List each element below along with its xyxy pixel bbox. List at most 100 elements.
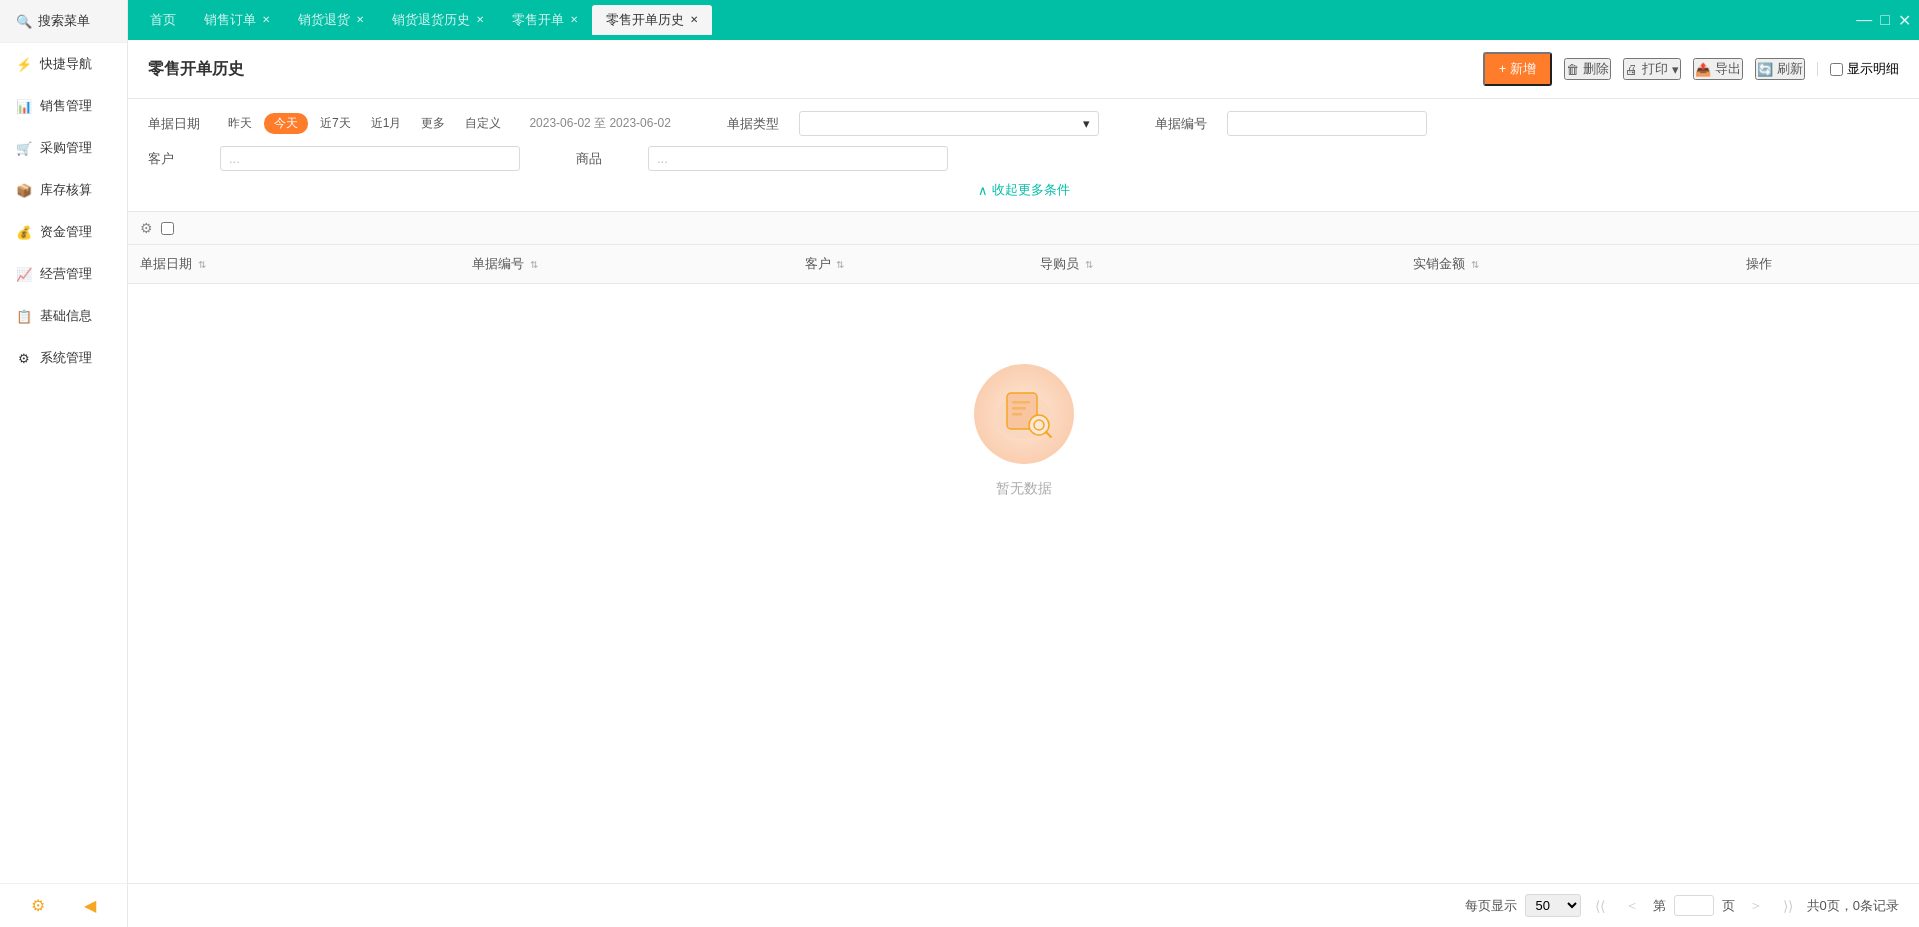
sidebar-item-basic-info[interactable]: 📋 基础信息 bbox=[0, 295, 127, 337]
col-amount-sort[interactable]: ⇅ bbox=[1471, 259, 1479, 270]
sidebar-search-label: 搜索菜单 bbox=[38, 12, 90, 30]
print-icon: 🖨 bbox=[1625, 62, 1638, 77]
quick-nav-icon: ⚡ bbox=[16, 56, 32, 72]
maximize-btn[interactable]: □ bbox=[1880, 11, 1890, 29]
col-salesperson[interactable]: 导购员 ⇅ bbox=[1028, 245, 1312, 284]
sidebar-bottom: ⚙ ◀ bbox=[0, 883, 127, 927]
empty-text: 暂无数据 bbox=[996, 480, 1052, 498]
svg-rect-4 bbox=[1012, 413, 1022, 416]
col-customer-label: 客户 bbox=[805, 256, 831, 271]
goods-placeholder: ... bbox=[657, 151, 668, 166]
total-info: 共0页，0条记录 bbox=[1807, 897, 1899, 915]
sidebar-item-label: 快捷导航 bbox=[40, 55, 92, 73]
current-page-input[interactable]: 1 bbox=[1674, 895, 1714, 916]
refresh-button[interactable]: 🔄 刷新 bbox=[1755, 58, 1805, 80]
close-btn[interactable]: ✕ bbox=[1898, 11, 1911, 30]
sys-mgmt-icon: ⚙ bbox=[16, 350, 32, 366]
tab-sales-return-history-close[interactable]: ✕ bbox=[476, 15, 484, 25]
sidebar-item-purchase-mgmt[interactable]: 🛒 采购管理 bbox=[0, 127, 127, 169]
tab-home[interactable]: 首页 bbox=[136, 5, 190, 35]
page-last-btn[interactable]: ⟩⟩ bbox=[1777, 896, 1799, 916]
col-number-label: 单据编号 bbox=[472, 256, 524, 271]
tab-retail-open-history-close[interactable]: ✕ bbox=[690, 15, 698, 25]
sidebar-item-label: 采购管理 bbox=[40, 139, 92, 157]
filter-area: 单据日期 昨天 今天 近7天 近1月 更多 自定义 2023-06-02 至 2… bbox=[128, 99, 1919, 212]
add-button[interactable]: + 新增 bbox=[1483, 52, 1552, 86]
display-detail-label[interactable]: 显示明细 bbox=[1830, 60, 1899, 78]
tab-home-label: 首页 bbox=[150, 11, 176, 29]
col-number[interactable]: 单据编号 ⇅ bbox=[460, 245, 792, 284]
divider bbox=[1817, 62, 1818, 76]
col-action: 操作 bbox=[1734, 245, 1919, 284]
table-settings-icon[interactable]: ⚙ bbox=[140, 220, 153, 236]
tab-sales-return[interactable]: 销货退货 ✕ bbox=[284, 5, 378, 35]
doc-number-input[interactable] bbox=[1227, 111, 1427, 136]
minimize-btn[interactable]: — bbox=[1856, 11, 1872, 29]
export-button[interactable]: 📤 导出 bbox=[1693, 58, 1743, 80]
tab-retail-open-close[interactable]: ✕ bbox=[570, 15, 578, 25]
sidebar-item-inventory[interactable]: 📦 库存核算 bbox=[0, 169, 127, 211]
table-header-row: 单据日期 ⇅ 单据编号 ⇅ 客户 ⇅ 导购员 ⇅ bbox=[128, 245, 1919, 284]
delete-icon: 🗑 bbox=[1566, 62, 1579, 77]
collapse-sidebar-btn[interactable]: ◀ bbox=[84, 896, 96, 915]
date-btn-custom[interactable]: 自定义 bbox=[457, 113, 509, 134]
col-number-sort[interactable]: ⇅ bbox=[530, 259, 538, 270]
date-btn-yesterday[interactable]: 昨天 bbox=[220, 113, 260, 134]
goods-label: 商品 bbox=[576, 150, 632, 168]
sidebar-item-finance[interactable]: 💰 资金管理 bbox=[0, 211, 127, 253]
goods-input[interactable]: ... bbox=[648, 146, 948, 171]
tab-retail-open-label: 零售开单 bbox=[512, 11, 564, 29]
doc-type-select[interactable]: ▾ bbox=[799, 111, 1099, 136]
display-detail-checkbox[interactable] bbox=[1830, 63, 1843, 76]
tab-sales-return-history-label: 销货退货历史 bbox=[392, 11, 470, 29]
tab-retail-open-history[interactable]: 零售开单历史 ✕ bbox=[592, 5, 712, 35]
sidebar-item-quick-nav[interactable]: ⚡ 快捷导航 bbox=[0, 43, 127, 85]
sidebar-item-operation[interactable]: 📈 经营管理 bbox=[0, 253, 127, 295]
doc-number-label: 单据编号 bbox=[1155, 115, 1211, 133]
settings-bottom-icon[interactable]: ⚙ bbox=[31, 896, 45, 915]
collapse-filter-label: 收起更多条件 bbox=[992, 181, 1070, 199]
col-customer[interactable]: 客户 ⇅ bbox=[793, 245, 1029, 284]
sidebar-item-label: 基础信息 bbox=[40, 307, 92, 325]
refresh-icon: 🔄 bbox=[1757, 62, 1773, 77]
col-salesperson-sort[interactable]: ⇅ bbox=[1085, 259, 1093, 270]
tab-sales-order-close[interactable]: ✕ bbox=[262, 15, 270, 25]
page-next-btn[interactable]: ＞ bbox=[1743, 895, 1769, 917]
sidebar-item-sys-mgmt[interactable]: ⚙ 系统管理 bbox=[0, 337, 127, 379]
col-date[interactable]: 单据日期 ⇅ bbox=[128, 245, 460, 284]
select-all-checkbox[interactable] bbox=[161, 222, 174, 235]
col-date-sort[interactable]: ⇅ bbox=[198, 259, 206, 270]
table-area: ⚙ 单据日期 ⇅ 单据编号 ⇅ 客户 bbox=[128, 212, 1919, 883]
tab-sales-order-label: 销售订单 bbox=[204, 11, 256, 29]
sidebar-search[interactable]: 🔍 搜索菜单 bbox=[0, 0, 127, 43]
collapse-filter-btn[interactable]: ∧ 收起更多条件 bbox=[148, 181, 1899, 199]
delete-button[interactable]: 🗑 删除 bbox=[1564, 58, 1611, 80]
col-customer-sort[interactable]: ⇅ bbox=[836, 259, 844, 270]
page-prev-btn[interactable]: ＜ bbox=[1619, 895, 1645, 917]
page-label-post: 页 bbox=[1722, 897, 1735, 915]
header-actions: + 新增 🗑 删除 🖨 打印 ▾ 📤 导出 🔄 刷新 bbox=[1483, 52, 1899, 86]
content-area: 零售开单历史 + 新增 🗑 删除 🖨 打印 ▾ 📤 导出 🔄 bbox=[128, 40, 1919, 927]
date-btn-last7[interactable]: 近7天 bbox=[312, 113, 359, 134]
tab-retail-open[interactable]: 零售开单 ✕ bbox=[498, 5, 592, 35]
tab-sales-return-close[interactable]: ✕ bbox=[356, 15, 364, 25]
date-btn-last1m[interactable]: 近1月 bbox=[363, 113, 410, 134]
customer-label: 客户 bbox=[148, 150, 204, 168]
print-dropdown-icon: ▾ bbox=[1672, 62, 1679, 77]
customer-input[interactable]: ... bbox=[220, 146, 520, 171]
sidebar-item-sales-mgmt[interactable]: 📊 销售管理 bbox=[0, 85, 127, 127]
print-button[interactable]: 🖨 打印 ▾ bbox=[1623, 58, 1681, 80]
tab-sales-order[interactable]: 销售订单 ✕ bbox=[190, 5, 284, 35]
col-salesperson-label: 导购员 bbox=[1040, 256, 1079, 271]
date-btn-more[interactable]: 更多 bbox=[413, 113, 453, 134]
empty-state: 暂无数据 bbox=[128, 284, 1919, 578]
col-amount[interactable]: 实销金额 ⇅ bbox=[1401, 245, 1733, 284]
sidebar-item-label: 经营管理 bbox=[40, 265, 92, 283]
date-btn-today[interactable]: 今天 bbox=[264, 113, 308, 134]
inventory-icon: 📦 bbox=[16, 182, 32, 198]
tab-sales-return-history[interactable]: 销货退货历史 ✕ bbox=[378, 5, 498, 35]
page-first-btn[interactable]: ⟨⟨ bbox=[1589, 896, 1611, 916]
search-icon: 🔍 bbox=[16, 13, 32, 29]
per-page-select[interactable]: 50 10 20 100 bbox=[1525, 894, 1581, 917]
finance-icon: 💰 bbox=[16, 224, 32, 240]
